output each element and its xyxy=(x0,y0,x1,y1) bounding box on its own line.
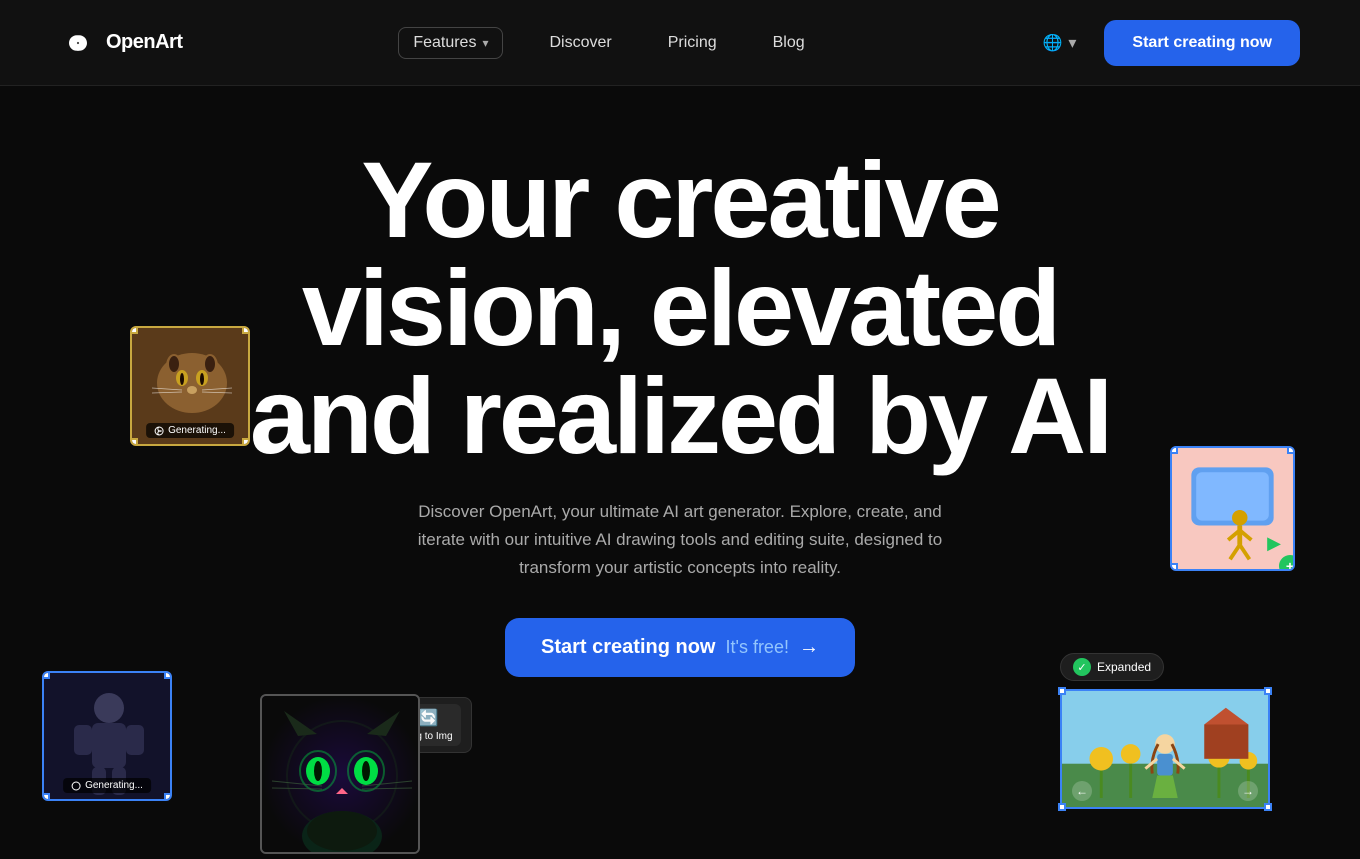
nav-cta-button[interactable]: Start creating now xyxy=(1104,20,1300,66)
resize-handle-tl xyxy=(1058,687,1066,695)
globe-icon: 🌐 xyxy=(1042,33,1062,53)
generating-label-2: Generating... xyxy=(63,778,151,793)
chevron-down-icon: ▾ xyxy=(482,36,488,50)
resize-handle-bl xyxy=(130,438,138,446)
add-button[interactable]: + xyxy=(1279,555,1295,571)
nav-right: 🌐 ▾ Start creating now xyxy=(1030,20,1300,66)
nav-features[interactable]: Features ▾ xyxy=(398,27,503,59)
logo-text: OpenArt xyxy=(106,31,183,54)
float-expanded: ✓ Expanded xyxy=(1060,653,1270,809)
nav-pricing[interactable]: Pricing xyxy=(658,28,727,58)
hero-section: Your creative vision, elevated and reali… xyxy=(0,86,1360,859)
resize-handle-bl xyxy=(1058,803,1066,811)
resize-handle-tr xyxy=(164,671,172,679)
resize-handle-br xyxy=(164,793,172,801)
nav-links: Features ▾ Discover Pricing Blog xyxy=(398,27,814,59)
resize-handle-tr xyxy=(1264,687,1272,695)
float-cat-generating: Generating... xyxy=(130,326,250,446)
cat-art-image xyxy=(262,696,420,854)
navbar: OpenArt Features ▾ Discover Pricing Blog… xyxy=(0,0,1360,86)
resize-handle-tr xyxy=(242,326,250,334)
hero-title: Your creative vision, elevated and reali… xyxy=(250,146,1110,470)
generating-label: Generating... xyxy=(146,423,234,438)
img-to-img-icon: 🔄 xyxy=(419,708,439,728)
hero-subtitle: Discover OpenArt, your ultimate AI art g… xyxy=(400,498,960,582)
language-selector[interactable]: 🌐 ▾ xyxy=(1030,25,1088,61)
expanded-badge: ✓ Expanded xyxy=(1060,653,1164,681)
cursor-icon: ▶ xyxy=(1267,533,1281,554)
nav-blog[interactable]: Blog xyxy=(763,28,815,58)
resize-handle-bl xyxy=(42,793,50,801)
hero-cta-button[interactable]: Start creating now It's free! → xyxy=(505,618,855,677)
resize-handle-tl xyxy=(1170,446,1178,454)
next-image-button[interactable]: → xyxy=(1238,781,1258,801)
resize-handle-tl xyxy=(42,671,50,679)
resize-handle-tr xyxy=(1287,446,1295,454)
resize-handle-br xyxy=(1264,803,1272,811)
resize-handle-tl xyxy=(130,326,138,334)
expanded-image: ← → xyxy=(1060,689,1270,809)
resize-handle-br xyxy=(242,438,250,446)
chevron-down-icon: ▾ xyxy=(1068,33,1076,53)
nav-discover[interactable]: Discover xyxy=(539,28,621,58)
float-figure-generating: Generating... xyxy=(42,671,172,801)
logo[interactable]: OpenArt xyxy=(60,31,183,54)
resize-handle-bl xyxy=(1170,563,1178,571)
arrow-icon: → xyxy=(799,636,819,659)
expanded-nav: ← → xyxy=(1062,781,1268,801)
prev-image-button[interactable]: ← xyxy=(1072,781,1092,801)
check-icon: ✓ xyxy=(1073,658,1091,676)
float-edit-panel: ▶ + xyxy=(1170,446,1295,571)
float-cat-art xyxy=(260,694,420,854)
